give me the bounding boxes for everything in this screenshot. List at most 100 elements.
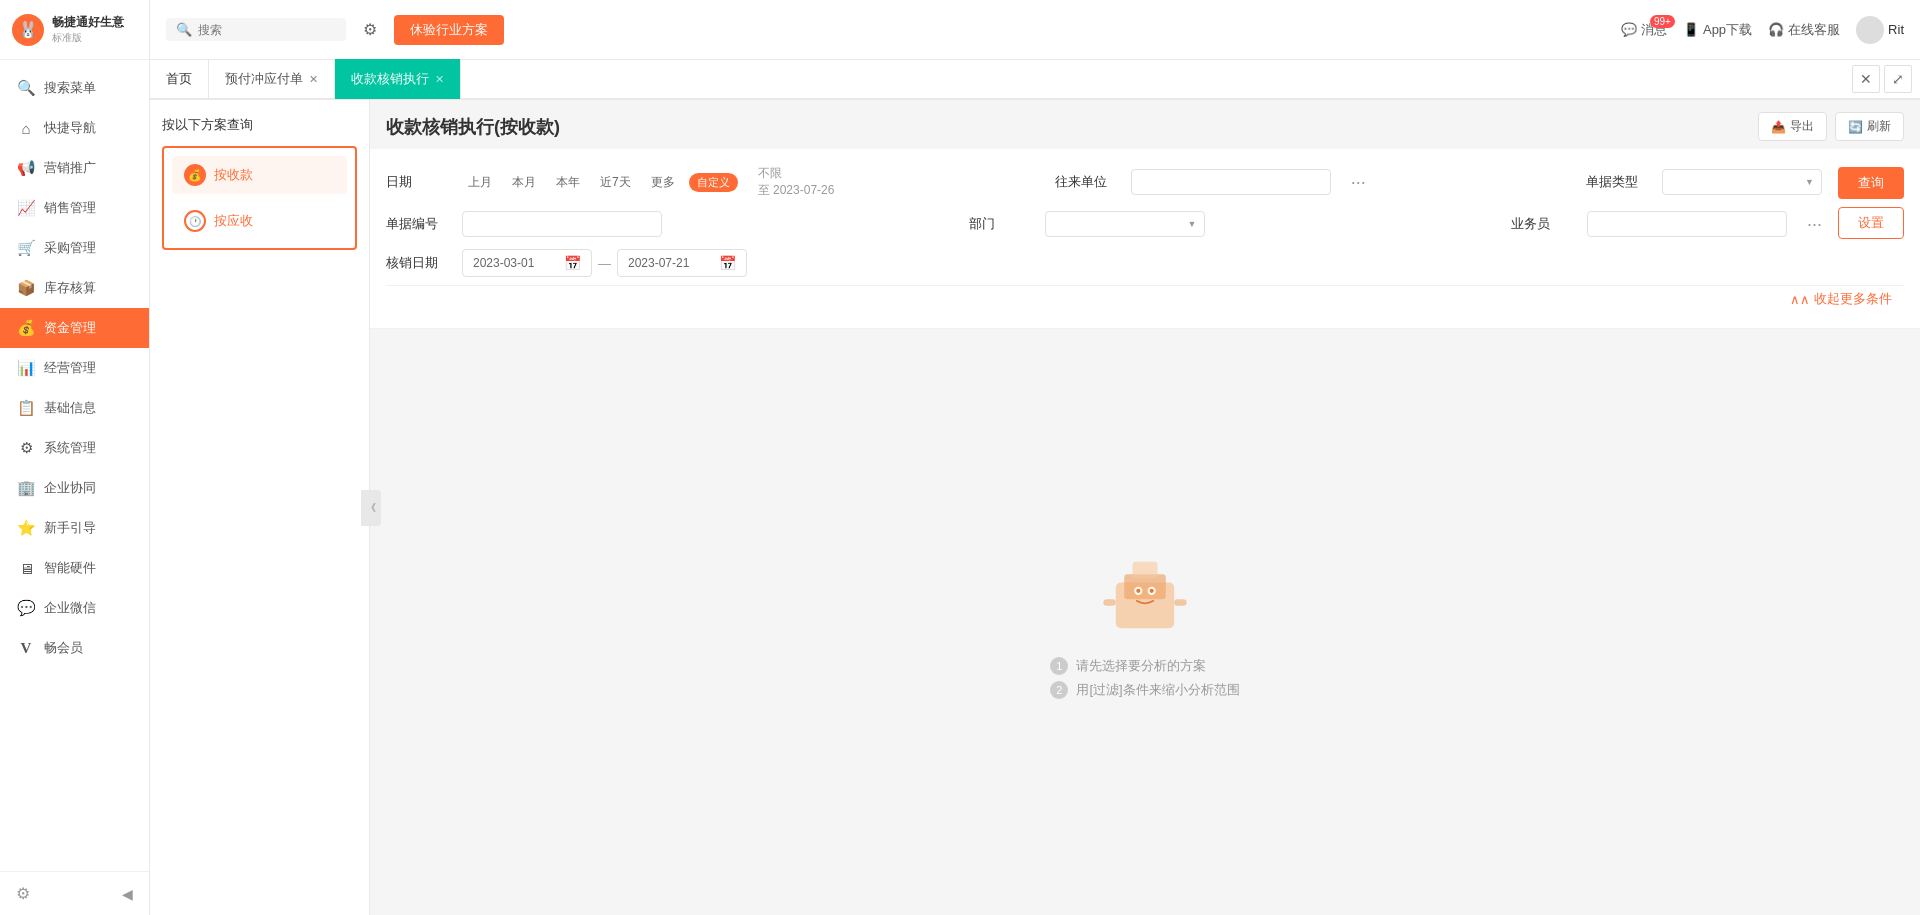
panel-collapse-button[interactable]: 《 — [361, 490, 381, 526]
date-btn-7days[interactable]: 近7天 — [594, 172, 637, 193]
dept-select-wrapper — [1045, 211, 1205, 237]
logo-text: 畅捷通好生意 标准版 — [52, 14, 124, 45]
doc-type-select-wrapper — [1662, 169, 1822, 195]
date-filter-label: 日期 — [386, 173, 446, 191]
refresh-icon: 🔄 — [1848, 120, 1863, 134]
app-download-action[interactable]: 📱 App下载 — [1683, 21, 1752, 39]
logo-icon: 🐰 — [12, 14, 44, 46]
topbar: 🔍 ⚙ 休验行业方案 💬 消息 99+ 📱 App下载 🎧 在线客服 R — [150, 0, 1920, 60]
sidebar-item-inventory[interactable]: 📦 库存核算 — [0, 268, 149, 308]
doc-no-filter-label: 单据编号 — [386, 215, 446, 233]
tab-prepay[interactable]: 预付冲应付单 ✕ — [209, 59, 335, 99]
user-profile[interactable]: Rit — [1856, 16, 1904, 44]
sidebar-settings-icon[interactable]: ⚙ — [16, 884, 30, 903]
sidebar-item-hardware[interactable]: 🖥 智能硬件 — [0, 548, 149, 588]
verify-end-date[interactable]: 2023-07-21 📅 — [617, 249, 747, 277]
export-button[interactable]: 📤 导出 — [1758, 112, 1827, 141]
verify-start-date[interactable]: 2023-03-01 📅 — [462, 249, 592, 277]
hint-1-num: 1 — [1050, 657, 1068, 675]
export-icon: 📤 — [1771, 120, 1786, 134]
topbar-gear-icon[interactable]: ⚙ — [354, 14, 386, 46]
tab-collection[interactable]: 收款核销执行 ✕ — [335, 59, 461, 99]
partner-input[interactable] — [1131, 169, 1331, 195]
member-icon: V — [16, 638, 36, 658]
sidebar-item-enterprise[interactable]: 🏢 企业协同 — [0, 468, 149, 508]
svg-rect-7 — [1103, 599, 1116, 606]
sidebar-item-finance[interactable]: 💰 资金管理 — [0, 308, 149, 348]
industry-solution-button[interactable]: 休验行业方案 — [394, 15, 504, 45]
marketing-icon: 📢 — [16, 158, 36, 178]
sidebar-item-quick-nav[interactable]: ⌂ 快捷导航 — [0, 108, 149, 148]
wechat-icon: 💬 — [16, 598, 36, 618]
user-avatar — [1856, 16, 1884, 44]
sidebar-item-purchase[interactable]: 🛒 采购管理 — [0, 228, 149, 268]
finance-icon: 💰 — [16, 318, 36, 338]
page-content: 按以下方案查询 💰 按收款 🕐 按应收 《 收款核销执行(按 — [150, 100, 1920, 915]
search-icon: 🔍 — [176, 22, 192, 37]
sidebar: 🐰 畅捷通好生意 标准版 🔍 搜索菜单 ⌂ 快捷导航 📢 营销推广 📈 销售管理… — [0, 0, 150, 915]
staff-input[interactable] — [1587, 211, 1787, 237]
query-button[interactable]: 查询 — [1838, 167, 1904, 199]
date-btn-this-year[interactable]: 本年 — [550, 172, 586, 193]
sidebar-item-member[interactable]: V 畅会员 — [0, 628, 149, 668]
date-btn-this-month[interactable]: 本月 — [506, 172, 542, 193]
empty-state-icon — [1095, 545, 1195, 645]
svg-rect-2 — [1133, 562, 1158, 579]
sidebar-item-operation[interactable]: 📊 经营管理 — [0, 348, 149, 388]
staff-dots[interactable]: ··· — [1807, 214, 1822, 235]
message-action[interactable]: 💬 消息 99+ — [1621, 21, 1667, 39]
topbar-search-box: 🔍 — [166, 18, 346, 41]
left-panel-item-receivable[interactable]: 🕐 按应收 — [172, 202, 347, 240]
hint-2-num: 2 — [1050, 681, 1068, 699]
empty-hint-1: 1 请先选择要分析的方案 — [1050, 657, 1239, 675]
sidebar-item-sales[interactable]: 📈 销售管理 — [0, 188, 149, 228]
partner-filter-label: 往来单位 — [1055, 173, 1115, 191]
verify-date-filter-label: 核销日期 — [386, 254, 446, 272]
date-btn-prev-month[interactable]: 上月 — [462, 172, 498, 193]
left-panel-item-receipt[interactable]: 💰 按收款 — [172, 156, 347, 194]
settings-button[interactable]: 设置 — [1838, 207, 1904, 239]
receipt-icon: 💰 — [184, 164, 206, 186]
sidebar-item-wechat[interactable]: 💬 企业微信 — [0, 588, 149, 628]
date-btn-custom[interactable]: 自定义 — [689, 173, 738, 192]
sidebar-item-basic[interactable]: 📋 基础信息 — [0, 388, 149, 428]
sidebar-item-system[interactable]: ⚙ 系统管理 — [0, 428, 149, 468]
sidebar-item-marketing[interactable]: 📢 营销推广 — [0, 148, 149, 188]
collapse-conditions-button[interactable]: ∧∧ 收起更多条件 — [386, 285, 1904, 312]
guide-icon: ⭐ — [16, 518, 36, 538]
tab-prepay-close[interactable]: ✕ — [309, 73, 318, 86]
staff-filter-label: 业务员 — [1511, 215, 1571, 233]
date-btn-more[interactable]: 更多 — [645, 172, 681, 193]
sidebar-item-guide[interactable]: ⭐ 新手引导 — [0, 508, 149, 548]
partner-dots[interactable]: ··· — [1351, 172, 1366, 193]
verify-date-group: 2023-03-01 📅 — 2023-07-21 📅 — [462, 249, 747, 277]
sales-icon: 📈 — [16, 198, 36, 218]
topbar-left: 🔍 ⚙ 休验行业方案 — [166, 14, 504, 46]
right-content: 收款核销执行(按收款) 📤 导出 🔄 刷新 — [370, 100, 1920, 915]
sidebar-logo: 🐰 畅捷通好生意 标准版 — [0, 0, 149, 60]
filter-row-3: 核销日期 2023-03-01 📅 — 2023-07-21 📅 — [386, 249, 1822, 277]
sidebar-collapse-icon[interactable]: ◀ — [122, 886, 133, 902]
tab-expand-btn[interactable]: ⤢ — [1884, 65, 1912, 93]
search-input[interactable] — [198, 23, 318, 37]
dept-select[interactable] — [1045, 211, 1205, 237]
empty-hint-2: 2 用[过滤]条件来缩小分析范围 — [1050, 681, 1239, 699]
doc-no-input[interactable] — [462, 211, 662, 237]
refresh-button[interactable]: 🔄 刷新 — [1835, 112, 1904, 141]
svg-point-5 — [1136, 589, 1140, 593]
online-service-action[interactable]: 🎧 在线客服 — [1768, 21, 1840, 39]
sidebar-item-search[interactable]: 🔍 搜索菜单 — [0, 68, 149, 108]
tab-home[interactable]: 首页 — [150, 59, 209, 99]
basic-icon: 📋 — [16, 398, 36, 418]
header-actions: 📤 导出 🔄 刷新 — [1758, 112, 1904, 141]
left-panel-items: 💰 按收款 🕐 按应收 — [172, 156, 347, 240]
doc-type-select[interactable] — [1662, 169, 1822, 195]
dept-filter-label: 部门 — [969, 215, 1029, 233]
tab-collection-close[interactable]: ✕ — [435, 73, 444, 86]
enterprise-icon: 🏢 — [16, 478, 36, 498]
svg-point-6 — [1150, 589, 1154, 593]
calendar-start-icon: 📅 — [564, 255, 581, 271]
svg-rect-8 — [1174, 599, 1187, 606]
tab-close-btn[interactable]: ✕ — [1852, 65, 1880, 93]
date-to-text: 至 2023-07-26 — [758, 182, 835, 199]
